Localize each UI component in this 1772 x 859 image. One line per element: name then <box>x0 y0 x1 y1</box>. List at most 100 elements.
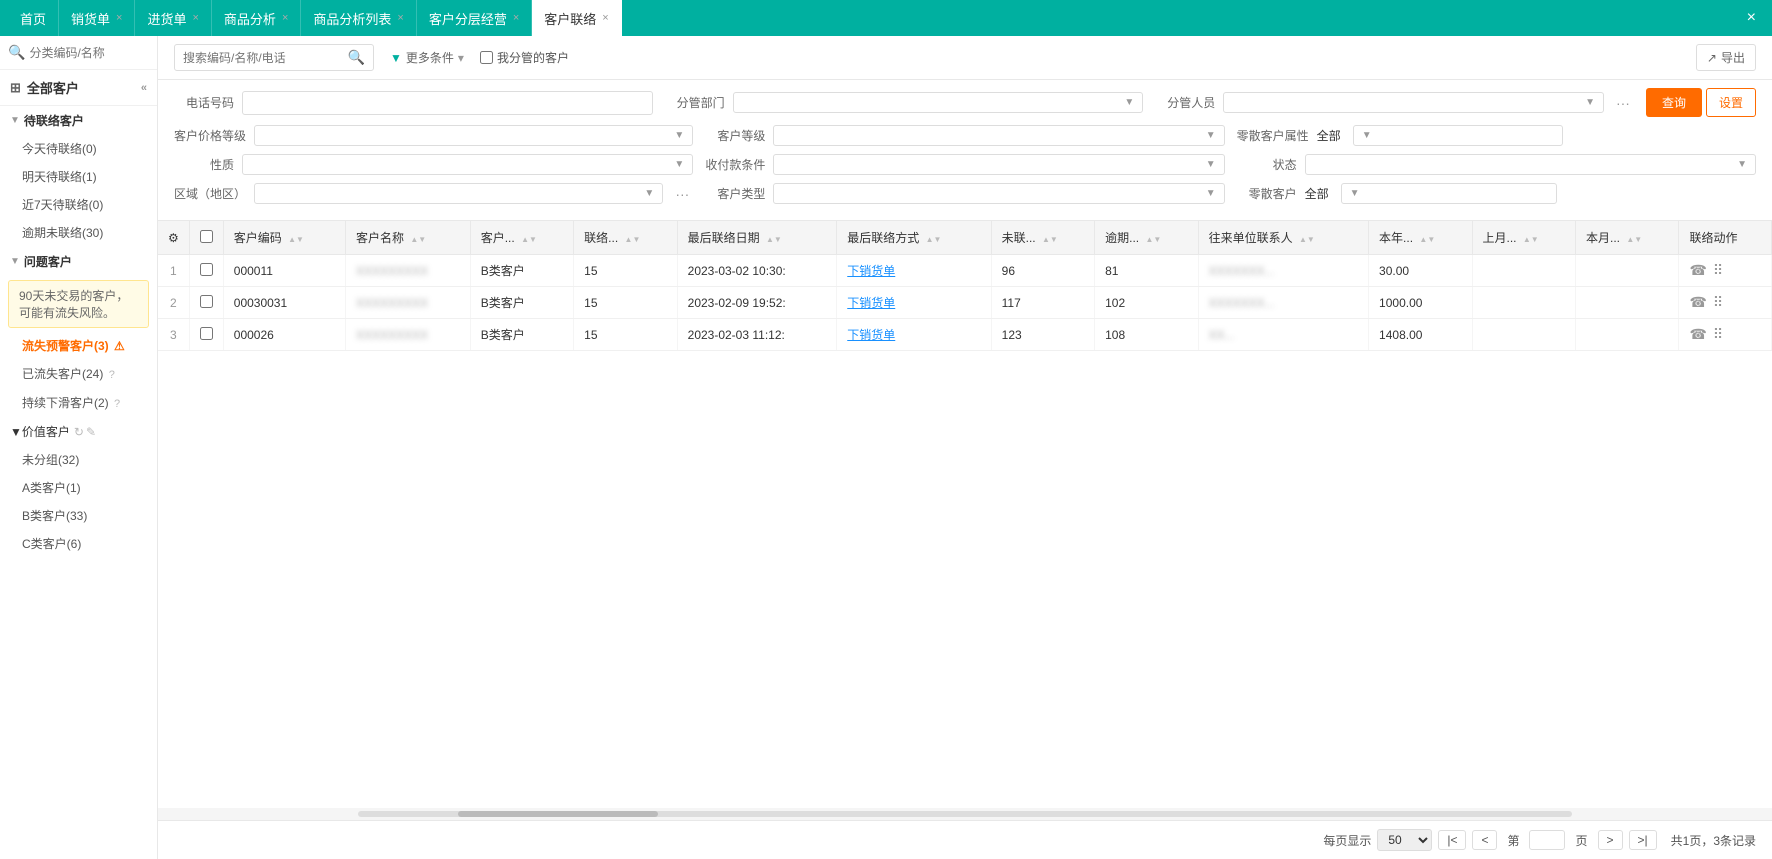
th-current-year[interactable]: 本年... ▲▼ <box>1369 221 1472 255</box>
th-last-method[interactable]: 最后联络方式 ▲▼ <box>837 221 991 255</box>
tab-customer-segment-close[interactable]: × <box>513 12 519 24</box>
th-last-month[interactable]: 上月... ▲▼ <box>1472 221 1575 255</box>
filter-manager-select[interactable]: ▼ <box>1223 92 1604 113</box>
filter-search-input[interactable] <box>183 51 348 65</box>
th-contacts[interactable]: 往来单位联系人 ▲▼ <box>1198 221 1368 255</box>
tab-customer-contact-close[interactable]: × <box>602 12 608 24</box>
sidebar-item-declining[interactable]: 持续下滑客户(2) ? <box>0 389 157 418</box>
sidebar-item-today[interactable]: 今天待联络(0) <box>0 135 157 163</box>
sidebar-search-input[interactable] <box>29 46 158 60</box>
row-1-more-icon[interactable]: ⠿ <box>1713 262 1723 279</box>
sort-icon-contacts[interactable]: ▲▼ <box>1299 236 1315 244</box>
page-number-input[interactable]: 1 <box>1529 830 1565 850</box>
sort-icon-type[interactable]: ▲▼ <box>521 236 537 244</box>
sort-icon-this-month[interactable]: ▲▼ <box>1626 236 1642 244</box>
th-contact[interactable]: 联络... ▲▼ <box>574 221 677 255</box>
scrollbar-thumb[interactable] <box>458 811 658 817</box>
settings-button[interactable]: 设置 <box>1706 88 1756 117</box>
tab-purchase[interactable]: 进货单 × <box>135 0 211 36</box>
th-code[interactable]: 客户编码 ▲▼ <box>223 221 345 255</box>
sort-icon-code[interactable]: ▲▼ <box>288 236 304 244</box>
filter-scatter-customer-select[interactable]: ▼ <box>1341 183 1558 204</box>
th-last-date[interactable]: 最后联络日期 ▲▼ <box>677 221 837 255</box>
row-3-last-method[interactable]: 下销货单 <box>837 319 991 351</box>
row-2-checkbox[interactable] <box>200 295 213 308</box>
th-no-contact[interactable]: 未联... ▲▼ <box>991 221 1094 255</box>
row-3-contact-icon[interactable]: ☎ <box>1689 326 1706 343</box>
edit-icon[interactable]: ✎ <box>86 425 96 439</box>
filter-customer-type-select[interactable]: ▼ <box>773 183 1224 204</box>
prev-page-button[interactable]: < <box>1472 830 1497 850</box>
tab-home[interactable]: 首页 <box>8 0 59 36</box>
row-2-contact-icon[interactable]: ☎ <box>1689 294 1706 311</box>
sort-icon-last-month[interactable]: ▲▼ <box>1523 236 1539 244</box>
row-1-contact-icon[interactable]: ☎ <box>1689 262 1706 279</box>
tab-analysis-list-close[interactable]: × <box>397 12 403 24</box>
filter-more-button[interactable]: ▼ 更多条件 ▾ <box>382 45 472 70</box>
filter-phone-input[interactable] <box>242 91 653 115</box>
filter-price-grade-select[interactable]: ▼ <box>254 125 693 146</box>
tab-analysis-close[interactable]: × <box>282 12 288 24</box>
horizontal-scrollbar[interactable] <box>158 808 1772 820</box>
filter-region-select[interactable]: ▼ <box>254 183 663 204</box>
sidebar-item-a-class[interactable]: A类客户(1) <box>0 474 157 502</box>
tab-analysis-list[interactable]: 商品分析列表 × <box>301 0 416 36</box>
query-button[interactable]: 查询 <box>1646 88 1702 117</box>
tab-sales[interactable]: 销货单 × <box>59 0 135 36</box>
tab-purchase-close[interactable]: × <box>192 12 198 24</box>
ellipsis-button-manager[interactable]: ··· <box>1612 95 1634 111</box>
sidebar-group-churning[interactable]: ▼ 问题客户 <box>0 247 157 276</box>
tab-customer-contact[interactable]: 客户联络 × <box>532 0 621 36</box>
sidebar-all-customers[interactable]: ⊞ 全部客户 « <box>0 70 157 106</box>
sidebar-item-week[interactable]: 近7天待联络(0) <box>0 191 157 219</box>
last-page-button[interactable]: >| <box>1629 830 1657 850</box>
select-all-checkbox[interactable] <box>200 230 213 243</box>
sidebar-item-ungroup[interactable]: 未分组(32) <box>0 446 157 474</box>
sort-icon-contact[interactable]: ▲▼ <box>625 236 641 244</box>
th-type[interactable]: 客户... ▲▼ <box>470 221 573 255</box>
sort-icon-year[interactable]: ▲▼ <box>1419 236 1435 244</box>
sidebar-item-b-class[interactable]: B类客户(33) <box>0 502 157 530</box>
th-settings[interactable]: ⚙ <box>158 221 189 255</box>
row-2-last-method[interactable]: 下销货单 <box>837 287 991 319</box>
row-2-method-link[interactable]: 下销货单 <box>847 296 895 310</box>
sort-icon-no-contact[interactable]: ▲▼ <box>1042 236 1058 244</box>
row-3-checkbox[interactable] <box>200 327 213 340</box>
sidebar-item-churned[interactable]: 已流失客户(24) ? <box>0 360 157 389</box>
row-2-more-icon[interactable]: ⠿ <box>1713 294 1723 311</box>
refresh-icon[interactable]: ↻ <box>74 425 84 439</box>
filter-payment-select[interactable]: ▼ <box>773 154 1224 175</box>
row-1-checkbox[interactable] <box>200 263 213 276</box>
sort-icon-method[interactable]: ▲▼ <box>926 236 942 244</box>
window-close-button[interactable]: × <box>1739 5 1764 31</box>
filter-nature-select[interactable]: ▼ <box>242 154 693 175</box>
filter-customer-grade-select[interactable]: ▼ <box>773 125 1224 146</box>
row-1-method-link[interactable]: 下销货单 <box>847 264 895 278</box>
row-1-last-method[interactable]: 下销货单 <box>837 255 991 287</box>
sidebar-item-overdue[interactable]: 逾期未联络(30) <box>0 219 157 247</box>
sidebar-group-pending[interactable]: ▼ 待联络客户 <box>0 106 157 135</box>
ellipsis-button-region[interactable]: ··· <box>671 186 693 202</box>
per-page-select[interactable]: 50 20 100 <box>1377 829 1432 851</box>
sidebar-item-churning-at-risk[interactable]: 流失预警客户(3) ⚠ <box>0 332 157 360</box>
sidebar-group-valued[interactable]: ▼ 价值客户 ↻ ✎ <box>0 417 157 446</box>
tab-analysis[interactable]: 商品分析 × <box>212 0 301 36</box>
first-page-button[interactable]: |< <box>1438 830 1466 850</box>
filter-status-select[interactable]: ▼ <box>1305 154 1756 175</box>
sidebar-item-c-class[interactable]: C类客户(6) <box>0 530 157 558</box>
my-customers-checkbox[interactable] <box>480 51 493 64</box>
th-name[interactable]: 客户名称 ▲▼ <box>346 221 471 255</box>
tab-sales-close[interactable]: × <box>116 12 122 24</box>
sidebar-item-tomorrow[interactable]: 明天待联络(1) <box>0 163 157 191</box>
export-button[interactable]: ↗ 导出 <box>1696 44 1756 71</box>
th-this-month[interactable]: 本月... ▲▼ <box>1575 221 1678 255</box>
th-overdue[interactable]: 逾期... ▲▼ <box>1095 221 1198 255</box>
sort-icon-overdue[interactable]: ▲▼ <box>1145 236 1161 244</box>
row-3-more-icon[interactable]: ⠿ <box>1713 326 1723 343</box>
tab-customer-segment[interactable]: 客户分层经营 × <box>417 0 532 36</box>
filter-scatter-attr-select[interactable]: ▼ <box>1353 125 1564 146</box>
sidebar-collapse-icon[interactable]: « <box>141 82 147 94</box>
row-3-method-link[interactable]: 下销货单 <box>847 328 895 342</box>
next-page-button[interactable]: > <box>1598 830 1623 850</box>
filter-search-button[interactable]: 🔍 <box>348 49 365 66</box>
